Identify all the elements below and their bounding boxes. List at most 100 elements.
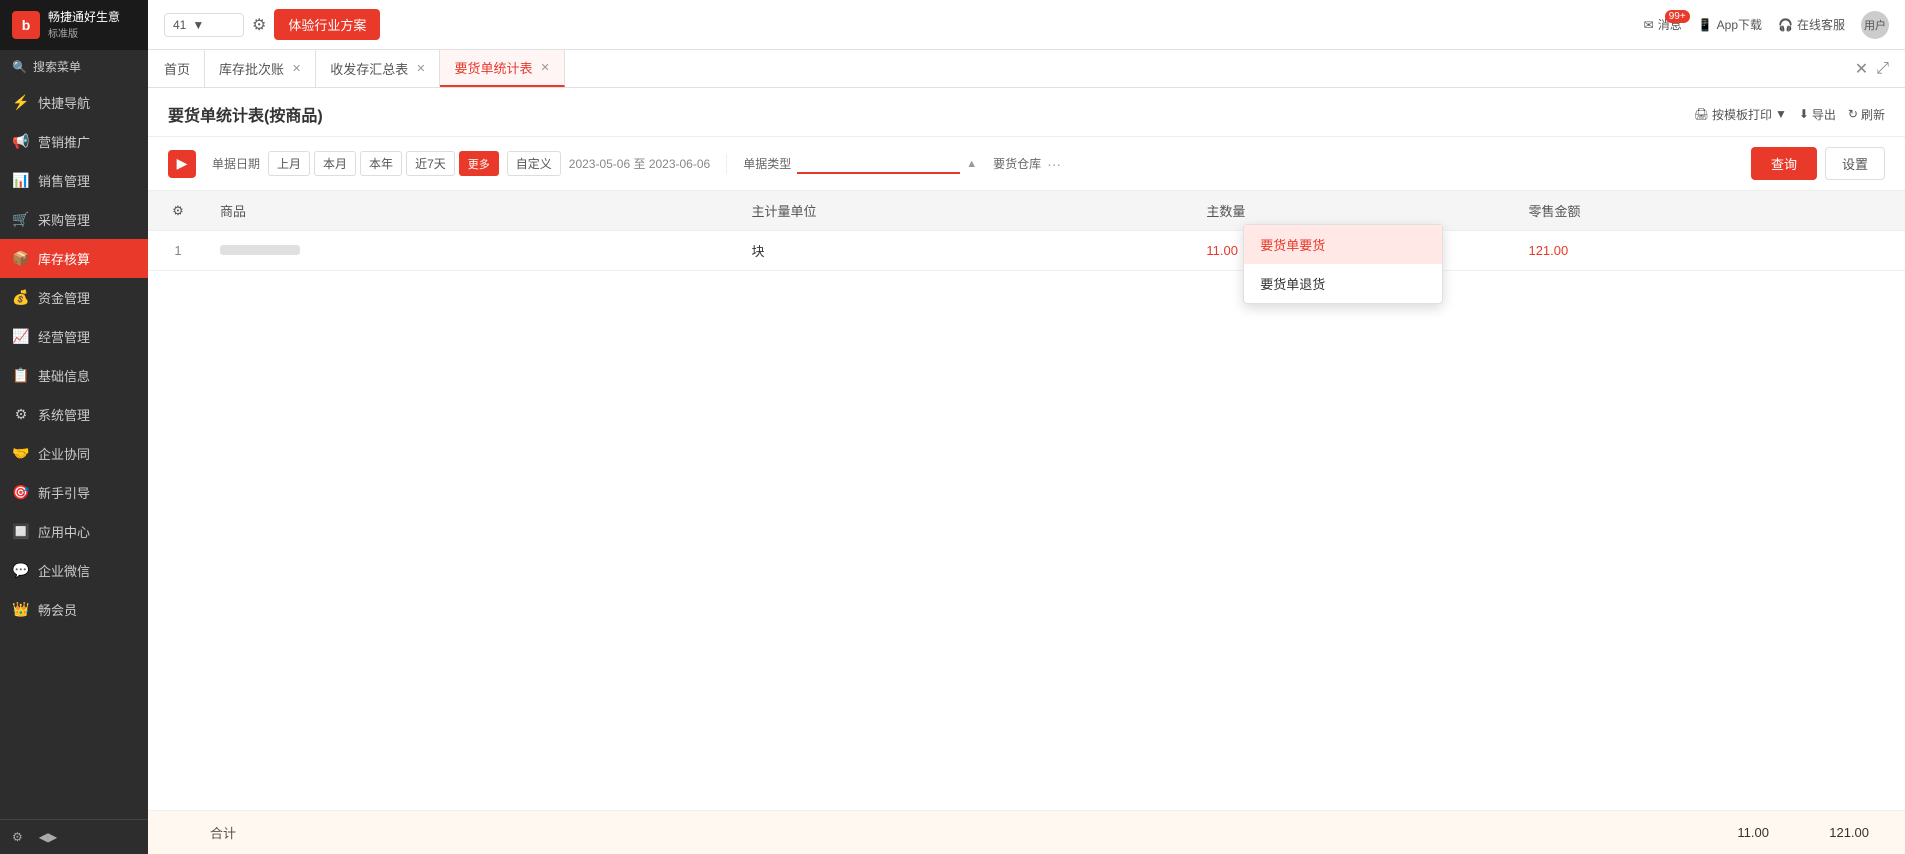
date-btn-more[interactable]: 更多 bbox=[459, 151, 499, 176]
operations-icon: 📈 bbox=[12, 328, 30, 346]
col-settings[interactable]: ⚙ bbox=[148, 191, 208, 231]
sidebar-item-operations[interactable]: 📈 经营管理 bbox=[0, 317, 148, 356]
tab-receipt-summary[interactable]: 收发存汇总表 ✕ bbox=[316, 50, 440, 87]
user-avatar[interactable]: 用户 bbox=[1861, 11, 1889, 39]
sidebar-item-label: 系统管理 bbox=[38, 405, 90, 424]
customer-service-label: 在线客服 bbox=[1797, 16, 1845, 33]
print-button[interactable]: 🖨 按模板打印 ▼ bbox=[1694, 106, 1787, 123]
tab-order-summary-close[interactable]: ✕ bbox=[541, 61, 550, 74]
sidebar-item-label: 应用中心 bbox=[38, 522, 90, 541]
filter-expand-button[interactable]: ▶ bbox=[168, 150, 196, 178]
sidebar-item-label: 销售管理 bbox=[38, 171, 90, 190]
tabbar-expand-icon[interactable]: ⤢ bbox=[1876, 60, 1889, 78]
sidebar-item-quick-nav[interactable]: ⚡ 快捷导航 bbox=[0, 83, 148, 122]
print-icon: 🖨 bbox=[1694, 107, 1709, 121]
inventory-icon: 📦 bbox=[12, 250, 30, 268]
export-icon: ⬇ bbox=[1799, 107, 1809, 121]
type-select-arrow[interactable]: ▲ bbox=[966, 158, 977, 170]
refresh-icon: ↻ bbox=[1848, 107, 1858, 121]
table-row: 1 块 11.00 121.00 bbox=[148, 231, 1905, 271]
refresh-label: 刷新 bbox=[1861, 106, 1885, 123]
sidebar-item-inventory[interactable]: 📦 库存核算 bbox=[0, 239, 148, 278]
sidebar-item-marketing[interactable]: 📢 营销推广 bbox=[0, 122, 148, 161]
set-button[interactable]: 设置 bbox=[1825, 147, 1885, 180]
date-btn-last-month[interactable]: 上月 bbox=[268, 151, 310, 176]
tab-selector[interactable]: 41 ▼ bbox=[164, 13, 244, 37]
app-download-item[interactable]: 📱 App下载 bbox=[1698, 16, 1762, 33]
sidebar-item-label: 畅会员 bbox=[38, 600, 77, 619]
sidebar-item-finance[interactable]: 💰 资金管理 bbox=[0, 278, 148, 317]
date-btn-custom[interactable]: 自定义 bbox=[507, 151, 561, 176]
tab-batch-account[interactable]: 库存批次账 ✕ bbox=[205, 50, 316, 87]
dropdown-item-label: 要货单退货 bbox=[1260, 277, 1325, 292]
tabbar: 首页 库存批次账 ✕ 收发存汇总表 ✕ 要货单统计表 ✕ ✕ ⤢ bbox=[148, 50, 1905, 88]
warehouse-label: 要货仓库 bbox=[993, 155, 1041, 172]
marketing-icon: 📢 bbox=[12, 133, 30, 151]
date-btn-this-year[interactable]: 本年 bbox=[360, 151, 402, 176]
dropdown-item-return-goods[interactable]: 要货单退货 bbox=[1244, 264, 1442, 303]
export-button[interactable]: ⬇ 导出 bbox=[1799, 106, 1836, 123]
guide-icon: 🎯 bbox=[12, 484, 30, 502]
vip-icon: 👑 bbox=[12, 601, 30, 619]
app-icon: 📱 bbox=[1698, 18, 1713, 32]
tabbar-close-all-icon[interactable]: ✕ bbox=[1855, 59, 1868, 79]
sidebar-item-guide[interactable]: 🎯 新手引导 bbox=[0, 473, 148, 512]
query-button[interactable]: 查询 bbox=[1751, 147, 1817, 180]
table-settings-icon[interactable]: ⚙ bbox=[172, 203, 184, 218]
tab-home-label: 首页 bbox=[164, 59, 190, 78]
sidebar-item-wechat[interactable]: 💬 企业微信 bbox=[0, 551, 148, 590]
finance-icon: 💰 bbox=[12, 289, 30, 307]
page-title: 要货单统计表(按商品) bbox=[168, 102, 323, 126]
type-label: 单据类型 bbox=[743, 155, 791, 172]
warehouse-more-icon[interactable]: ··· bbox=[1047, 156, 1061, 172]
system-icon: ⚙ bbox=[12, 406, 30, 424]
dropdown-item-order-goods[interactable]: 要货单要货 bbox=[1244, 225, 1442, 264]
tabbar-right: ✕ ⤢ bbox=[1855, 59, 1889, 79]
search-label: 搜索菜单 bbox=[33, 58, 81, 75]
sidebar-item-vip[interactable]: 👑 畅会员 bbox=[0, 590, 148, 629]
refresh-button[interactable]: ↻ 刷新 bbox=[1848, 106, 1885, 123]
tab-home[interactable]: 首页 bbox=[164, 50, 205, 87]
sidebar-item-label: 采购管理 bbox=[38, 210, 90, 229]
col-unit-header: 主计量单位 bbox=[740, 191, 1195, 231]
tab-order-summary[interactable]: 要货单统计表 ✕ bbox=[440, 50, 564, 87]
date-btn-7days[interactable]: 近7天 bbox=[406, 151, 455, 176]
tab-batch-account-close[interactable]: ✕ bbox=[292, 62, 301, 75]
messages-item[interactable]: ✉ 消息 99+ bbox=[1644, 16, 1682, 33]
footer-label: 合计 bbox=[160, 823, 380, 842]
sidebar-item-purchase[interactable]: 🛒 采购管理 bbox=[0, 200, 148, 239]
sidebar-item-label: 企业微信 bbox=[38, 561, 90, 580]
sidebar-item-basic[interactable]: 📋 基础信息 bbox=[0, 356, 148, 395]
trial-button[interactable]: 体验行业方案 bbox=[274, 9, 380, 40]
sidebar-item-label: 快捷导航 bbox=[38, 93, 90, 112]
tab-receipt-summary-label: 收发存汇总表 bbox=[330, 59, 408, 78]
date-label: 单据日期 bbox=[212, 155, 260, 172]
sidebar-item-sales[interactable]: 📊 销售管理 bbox=[0, 161, 148, 200]
topbar-left: 41 ▼ ⚙ 体验行业方案 bbox=[164, 9, 1632, 40]
cell-amount: 121.00 bbox=[1516, 231, 1905, 271]
sidebar-item-enterprise[interactable]: 🤝 企业协同 bbox=[0, 434, 148, 473]
sidebar-item-apps[interactable]: 🔲 应用中心 bbox=[0, 512, 148, 551]
print-chevron: ▼ bbox=[1775, 107, 1787, 121]
search-icon: 🔍 bbox=[12, 60, 27, 74]
export-label: 导出 bbox=[1812, 106, 1836, 123]
sidebar-search[interactable]: 🔍 搜索菜单 bbox=[0, 50, 148, 83]
topbar: 41 ▼ ⚙ 体验行业方案 ✉ 消息 99+ 📱 App下载 🎧 在线客服 用户 bbox=[148, 0, 1905, 50]
data-table: ⚙ 商品 主计量单位 主数量 零售金额 1 块 bbox=[148, 191, 1905, 271]
sidebar-toggle-icon[interactable]: ◀▶ bbox=[39, 830, 57, 844]
customer-service-item[interactable]: 🎧 在线客服 bbox=[1778, 16, 1845, 33]
sidebar-item-label: 新手引导 bbox=[38, 483, 90, 502]
sidebar-settings-icon[interactable]: ⚙ bbox=[12, 830, 23, 844]
tab-receipt-summary-close[interactable]: ✕ bbox=[416, 62, 425, 75]
topbar-settings-icon[interactable]: ⚙ bbox=[252, 15, 266, 35]
print-label: 按模板打印 bbox=[1712, 106, 1772, 123]
tab-batch-account-label: 库存批次账 bbox=[219, 59, 284, 78]
sidebar-item-system[interactable]: ⚙ 系统管理 bbox=[0, 395, 148, 434]
footer-amount: 121.00 bbox=[1793, 825, 1893, 840]
date-filter-group: 单据日期 上月 本月 本年 近7天 更多 自定义 2023-05-06 至 20… bbox=[212, 151, 710, 176]
type-select-input[interactable] bbox=[797, 154, 960, 174]
type-filter-group: 单据类型 ▲ 要货单要货 要货单退货 bbox=[743, 154, 977, 174]
date-btn-this-month[interactable]: 本月 bbox=[314, 151, 356, 176]
filter-divider-1 bbox=[726, 154, 727, 174]
purchase-icon: 🛒 bbox=[12, 211, 30, 229]
